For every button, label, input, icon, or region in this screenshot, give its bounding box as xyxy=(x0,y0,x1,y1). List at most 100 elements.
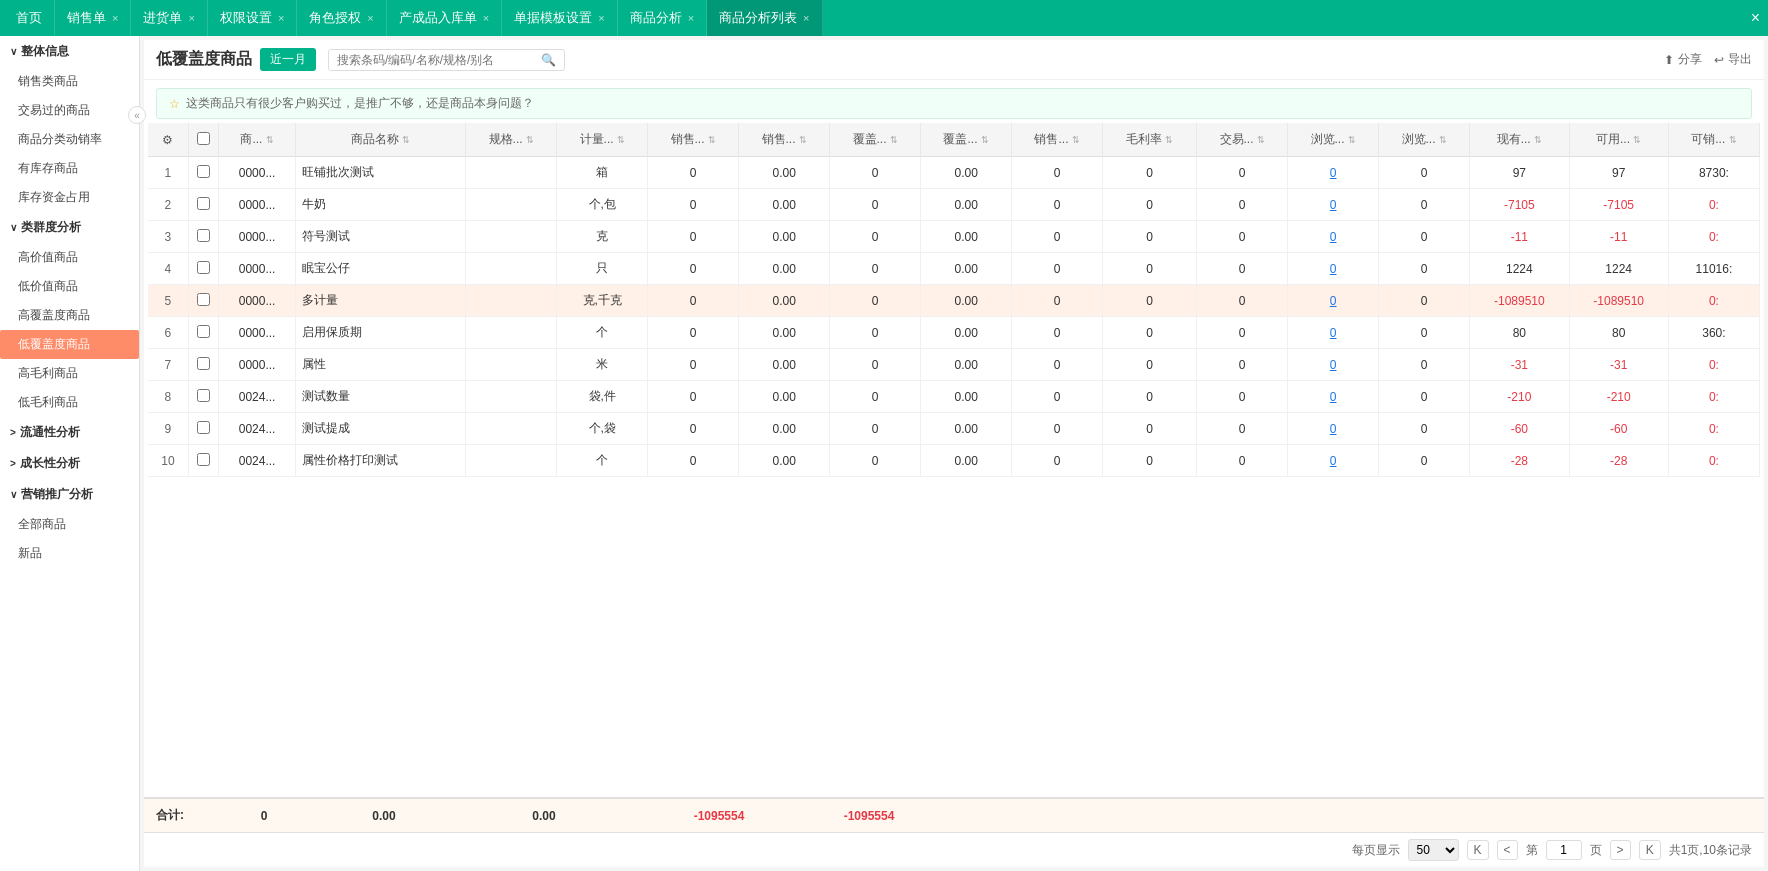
sidebar-item-low-margin[interactable]: 低毛利商品 xyxy=(0,388,139,417)
cell-browse1[interactable]: 0 xyxy=(1288,253,1379,285)
cell-current: -31 xyxy=(1470,349,1569,381)
cell-spec xyxy=(466,253,557,285)
sidebar-item-new-goods[interactable]: 新品 xyxy=(0,539,139,568)
nav-tab-product-entry[interactable]: 产成品入库单 × xyxy=(387,0,502,36)
cell-browse1[interactable]: 0 xyxy=(1288,413,1379,445)
th-browse1[interactable]: 浏览... ⇅ xyxy=(1288,123,1379,157)
cell-sales-qty: 0 xyxy=(648,349,739,381)
cell-checkbox[interactable] xyxy=(188,285,218,317)
cell-checkbox[interactable] xyxy=(188,253,218,285)
page-label: 第 xyxy=(1526,842,1538,859)
sidebar-section-marketing[interactable]: ∨ 营销推广分析 xyxy=(0,479,139,510)
close-icon[interactable]: × xyxy=(598,12,604,24)
nav-tab-permissions[interactable]: 权限设置 × xyxy=(208,0,297,36)
sidebar-item-stocked-goods[interactable]: 有库存商品 xyxy=(0,154,139,183)
sidebar-item-low-value[interactable]: 低价值商品 xyxy=(0,272,139,301)
last-page-button[interactable]: K xyxy=(1639,840,1661,860)
th-available[interactable]: 可用... ⇅ xyxy=(1569,123,1668,157)
sidebar-item-low-coverage[interactable]: 低覆盖度商品 xyxy=(0,330,139,359)
sidebar-item-all-goods[interactable]: 全部商品 xyxy=(0,510,139,539)
nav-tab-home[interactable]: 首页 xyxy=(4,0,55,36)
close-icon[interactable]: × xyxy=(278,12,284,24)
th-unit[interactable]: 计量... ⇅ xyxy=(557,123,648,157)
cell-checkbox[interactable] xyxy=(188,381,218,413)
close-icon[interactable]: × xyxy=(688,12,694,24)
th-code[interactable]: 商... ⇅ xyxy=(218,123,295,157)
sidebar-item-high-coverage[interactable]: 高覆盖度商品 xyxy=(0,301,139,330)
nav-tab-analysis[interactable]: 商品分析 × xyxy=(618,0,707,36)
th-cover2[interactable]: 覆盖... ⇅ xyxy=(921,123,1012,157)
page-number-input[interactable] xyxy=(1546,840,1582,860)
th-name[interactable]: 商品名称 ⇅ xyxy=(296,123,466,157)
cell-checkbox[interactable] xyxy=(188,189,218,221)
share-button[interactable]: ⬆ 分享 xyxy=(1664,51,1702,68)
nav-tab-sales[interactable]: 销售单 × xyxy=(55,0,131,36)
nav-tab-roles[interactable]: 角色授权 × xyxy=(297,0,386,36)
period-button[interactable]: 近一月 xyxy=(260,48,316,71)
sidebar-section-liquidity[interactable]: > 流通性分析 xyxy=(0,417,139,448)
cell-browse1[interactable]: 0 xyxy=(1288,381,1379,413)
th-margin[interactable]: 毛利率 ⇅ xyxy=(1103,123,1197,157)
next-page-button[interactable]: > xyxy=(1610,840,1631,860)
sidebar-section-overall[interactable]: ∨ 整体信息 xyxy=(0,36,139,67)
first-page-button[interactable]: K xyxy=(1467,840,1489,860)
th-checkbox[interactable] xyxy=(188,123,218,157)
cell-cover1: 0 xyxy=(830,445,921,477)
search-input[interactable] xyxy=(337,53,537,67)
sidebar-collapse-button[interactable]: « xyxy=(128,106,146,124)
sidebar-item-high-value[interactable]: 高价值商品 xyxy=(0,243,139,272)
th-trade[interactable]: 交易... ⇅ xyxy=(1197,123,1288,157)
cell-num: 3 xyxy=(148,221,188,253)
cell-checkbox[interactable] xyxy=(188,349,218,381)
th-cover1[interactable]: 覆盖... ⇅ xyxy=(830,123,921,157)
sidebar-item-high-margin[interactable]: 高毛利商品 xyxy=(0,359,139,388)
th-sales-qty[interactable]: 销售... ⇅ xyxy=(648,123,739,157)
close-icon[interactable]: × xyxy=(803,12,809,24)
th-sales3[interactable]: 销售... ⇅ xyxy=(1012,123,1103,157)
cell-browse1[interactable]: 0 xyxy=(1288,349,1379,381)
cell-browse1[interactable]: 0 xyxy=(1288,189,1379,221)
sidebar-item-category-rate[interactable]: 商品分类动销率 xyxy=(0,125,139,154)
nav-tab-templates[interactable]: 单据模板设置 × xyxy=(502,0,617,36)
close-icon[interactable]: × xyxy=(188,12,194,24)
cell-num: 8 xyxy=(148,381,188,413)
cell-checkbox[interactable] xyxy=(188,445,218,477)
cell-checkbox[interactable] xyxy=(188,317,218,349)
cell-cover2: 0.00 xyxy=(921,349,1012,381)
prev-page-button[interactable]: < xyxy=(1497,840,1518,860)
nav-tab-analysis-list[interactable]: 商品分析列表 × xyxy=(707,0,822,36)
sidebar-section-group[interactable]: ∨ 类群度分析 xyxy=(0,212,139,243)
sidebar-item-traded-goods[interactable]: 交易过的商品 xyxy=(0,96,139,125)
th-current[interactable]: 现有... ⇅ xyxy=(1470,123,1569,157)
th-browse2[interactable]: 浏览... ⇅ xyxy=(1379,123,1470,157)
page-size-select[interactable]: 50 100 200 xyxy=(1408,839,1459,861)
cell-margin: 0 xyxy=(1103,285,1197,317)
cell-browse1[interactable]: 0 xyxy=(1288,157,1379,189)
sidebar-item-inventory-capital[interactable]: 库存资金占用 xyxy=(0,183,139,212)
close-icon[interactable]: × xyxy=(112,12,118,24)
export-button[interactable]: ↩ 导出 xyxy=(1714,51,1752,68)
cell-spec xyxy=(466,317,557,349)
nav-tab-purchase[interactable]: 进货单 × xyxy=(131,0,207,36)
th-spec[interactable]: 规格... ⇅ xyxy=(466,123,557,157)
close-all-button[interactable]: × xyxy=(1751,9,1760,27)
cell-num: 9 xyxy=(148,413,188,445)
search-icon[interactable]: 🔍 xyxy=(541,53,556,67)
select-all-checkbox[interactable] xyxy=(197,132,210,145)
close-icon[interactable]: × xyxy=(367,12,373,24)
cell-browse2: 0 xyxy=(1379,413,1470,445)
cell-checkbox[interactable] xyxy=(188,157,218,189)
th-sales-amt[interactable]: 销售... ⇅ xyxy=(739,123,830,157)
cell-browse1[interactable]: 0 xyxy=(1288,221,1379,253)
cell-checkbox[interactable] xyxy=(188,413,218,445)
th-settings[interactable]: ⚙ xyxy=(148,123,188,157)
sidebar-item-sales-goods[interactable]: 销售类商品 xyxy=(0,67,139,96)
settings-icon[interactable]: ⚙ xyxy=(162,133,173,147)
cell-browse1[interactable]: 0 xyxy=(1288,445,1379,477)
sidebar-section-growth[interactable]: > 成长性分析 xyxy=(0,448,139,479)
cell-browse1[interactable]: 0 xyxy=(1288,285,1379,317)
th-saleable[interactable]: 可销... ⇅ xyxy=(1668,123,1759,157)
close-icon[interactable]: × xyxy=(483,12,489,24)
cell-browse1[interactable]: 0 xyxy=(1288,317,1379,349)
cell-checkbox[interactable] xyxy=(188,221,218,253)
